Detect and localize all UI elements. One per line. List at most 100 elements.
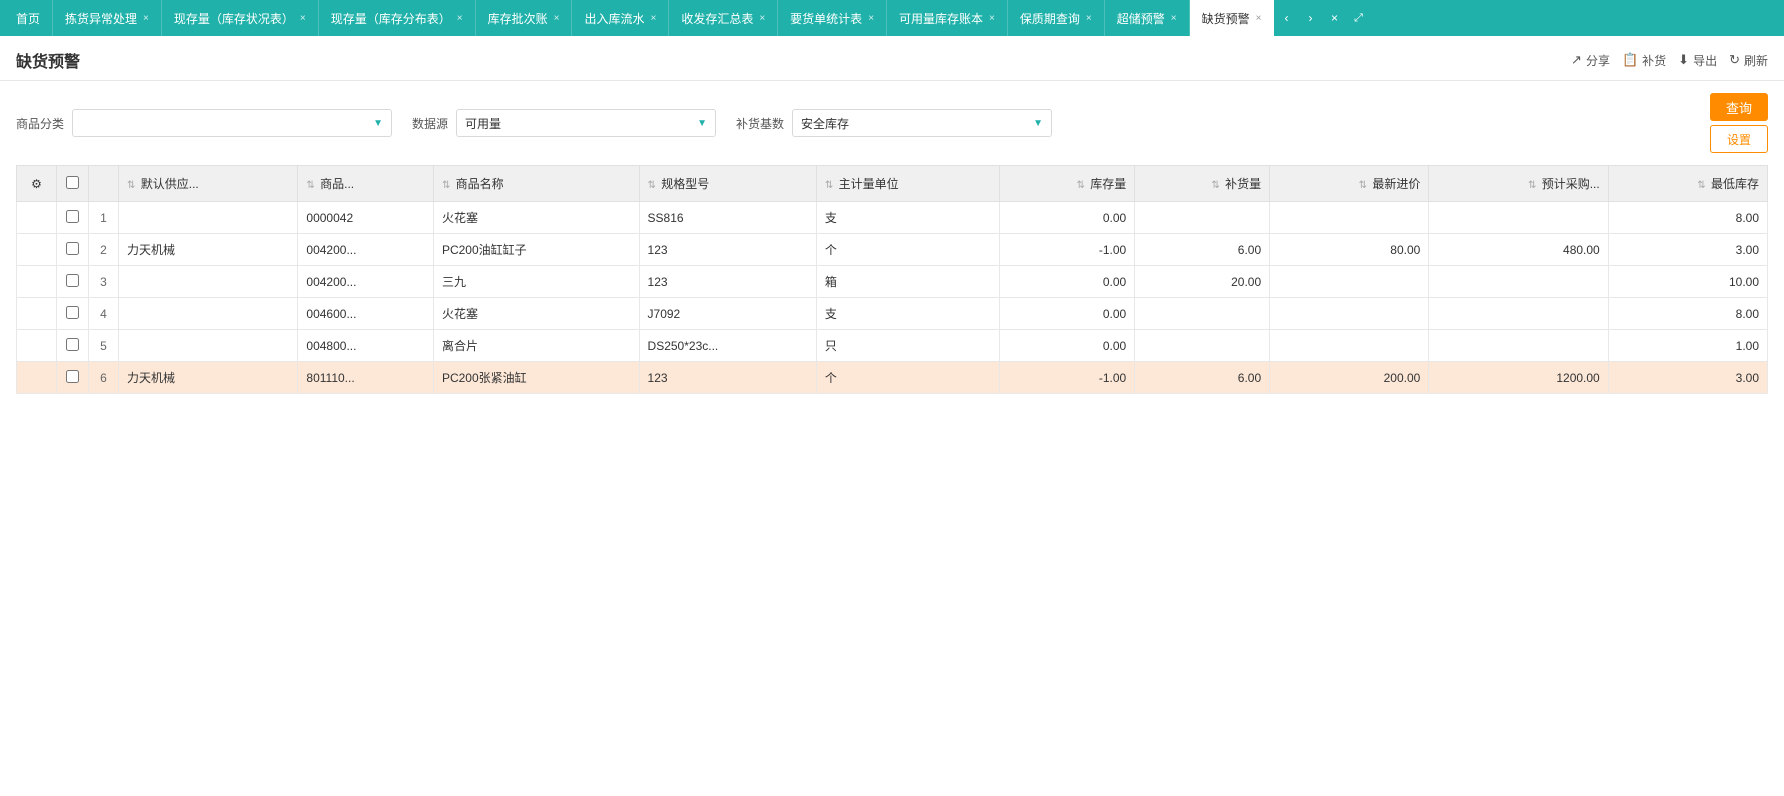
- tab-shortage[interactable]: 缺货预警 ×: [1190, 0, 1275, 36]
- tab-batch[interactable]: 库存批次账 ×: [476, 0, 573, 36]
- latest-price-sort-icon: ⇅: [1359, 180, 1367, 191]
- row-checkbox-cell[interactable]: [57, 202, 89, 234]
- replenish-base-select[interactable]: 安全库存 ▼: [792, 109, 1052, 137]
- query-button[interactable]: 查询: [1710, 93, 1768, 121]
- close-inout-tab[interactable]: ×: [650, 13, 656, 24]
- row-latest-price-cell: 200.00: [1270, 362, 1429, 394]
- table-header-row: ⚙ ⇅ 默认供应... ⇅ 商品... ⇅: [17, 166, 1768, 202]
- row-replenish-qty-cell: [1135, 330, 1270, 362]
- row-latest-price-cell: 80.00: [1270, 234, 1429, 266]
- row-product-name-cell: 三九: [433, 266, 639, 298]
- row-gear-cell: [17, 266, 57, 298]
- close-overstock-tab[interactable]: ×: [1171, 13, 1177, 24]
- row-checkbox-cell[interactable]: [57, 298, 89, 330]
- col-gear-header[interactable]: ⚙: [17, 166, 57, 202]
- row-num-cell: 4: [89, 298, 119, 330]
- row-checkbox[interactable]: [66, 274, 79, 287]
- replenish-base-arrow-icon: ▼: [1033, 118, 1043, 129]
- row-supplier-cell: 力天机械: [119, 362, 298, 394]
- row-min-stock-cell: 3.00: [1608, 362, 1767, 394]
- table-row: 6 力天机械 801110... PC200张紧油缸 123 个 -1.00 6…: [17, 362, 1768, 394]
- row-gear-cell: [17, 362, 57, 394]
- row-checkbox[interactable]: [66, 210, 79, 223]
- row-unit-cell: 箱: [816, 266, 999, 298]
- row-num-cell: 3: [89, 266, 119, 298]
- row-checkbox-cell[interactable]: [57, 266, 89, 298]
- row-spec-cell: 123: [639, 362, 816, 394]
- tab-expiry[interactable]: 保质期查询 ×: [1008, 0, 1105, 36]
- unit-sort-icon: ⇅: [825, 180, 833, 191]
- row-checkbox[interactable]: [66, 242, 79, 255]
- close-inventory-status-tab[interactable]: ×: [300, 13, 306, 24]
- close-demand-tab[interactable]: ×: [868, 13, 874, 24]
- datasource-filter-group: 数据源 可用量 ▼: [412, 109, 716, 137]
- close-shortage-tab[interactable]: ×: [1256, 13, 1262, 24]
- tab-fullscreen-btn[interactable]: ⤢: [1346, 0, 1370, 36]
- refresh-button[interactable]: ↻ 刷新: [1729, 52, 1768, 69]
- row-latest-price-cell: [1270, 266, 1429, 298]
- category-select[interactable]: ▼: [72, 109, 392, 137]
- tab-inventory-dist[interactable]: 现存量（库存分布表） ×: [319, 0, 476, 36]
- replenish-button[interactable]: 📋 补货: [1622, 52, 1666, 69]
- replenish-qty-sort-icon: ⇅: [1211, 180, 1219, 191]
- share-button[interactable]: ↗ 分享: [1571, 52, 1610, 69]
- row-estimated-purchase-cell: [1429, 266, 1608, 298]
- close-exception-tab[interactable]: ×: [143, 13, 149, 24]
- tab-next-btn[interactable]: ›: [1298, 0, 1322, 36]
- col-estimated-purchase-header[interactable]: ⇅ 预计采购...: [1429, 166, 1608, 202]
- col-latest-price-header[interactable]: ⇅ 最新进价: [1270, 166, 1429, 202]
- datasource-select[interactable]: 可用量 ▼: [456, 109, 716, 137]
- tab-receive[interactable]: 收发存汇总表 ×: [669, 0, 778, 36]
- row-unit-cell: 个: [816, 362, 999, 394]
- settings-button[interactable]: 设置: [1710, 125, 1768, 153]
- tab-home[interactable]: 首页: [4, 0, 53, 36]
- tab-close-btn[interactable]: ×: [1322, 0, 1346, 36]
- export-button[interactable]: ⬇ 导出: [1678, 52, 1717, 69]
- close-expiry-tab[interactable]: ×: [1086, 13, 1092, 24]
- col-replenish-qty-header[interactable]: ⇅ 补货量: [1135, 166, 1270, 202]
- row-replenish-qty-cell: [1135, 202, 1270, 234]
- row-spec-cell: 123: [639, 234, 816, 266]
- close-available-tab[interactable]: ×: [989, 13, 995, 24]
- datasource-label: 数据源: [412, 115, 448, 132]
- tab-bar: 首页 拣货异常处理 × 现存量（库存状况表） × 现存量（库存分布表） × 库存…: [0, 0, 1784, 36]
- row-product-name-cell: 火花塞: [433, 202, 639, 234]
- row-product-code-cell: 004800...: [298, 330, 434, 362]
- row-stock-cell: -1.00: [1000, 234, 1135, 266]
- supplier-sort-icon: ⇅: [127, 180, 135, 191]
- row-checkbox-cell[interactable]: [57, 362, 89, 394]
- row-checkbox[interactable]: [66, 338, 79, 351]
- estimated-purchase-sort-icon: ⇅: [1528, 180, 1536, 191]
- tab-exception[interactable]: 拣货异常处理 ×: [53, 0, 162, 36]
- col-product-code-header[interactable]: ⇅ 商品...: [298, 166, 434, 202]
- close-receive-tab[interactable]: ×: [759, 13, 765, 24]
- tab-demand[interactable]: 要货单统计表 ×: [778, 0, 887, 36]
- col-spec-header[interactable]: ⇅ 规格型号: [639, 166, 816, 202]
- row-checkbox[interactable]: [66, 306, 79, 319]
- select-all-checkbox[interactable]: [66, 176, 79, 189]
- col-checkbox-header[interactable]: [57, 166, 89, 202]
- tab-inout[interactable]: 出入库流水 ×: [572, 0, 669, 36]
- replenish-base-label: 补货基数: [736, 115, 784, 132]
- page-title: 缺货预警: [16, 48, 80, 72]
- row-stock-cell: 0.00: [1000, 298, 1135, 330]
- col-product-name-header[interactable]: ⇅ 商品名称: [433, 166, 639, 202]
- tab-prev-btn[interactable]: ‹: [1274, 0, 1298, 36]
- row-checkbox-cell[interactable]: [57, 330, 89, 362]
- col-supplier-header[interactable]: ⇅ 默认供应...: [119, 166, 298, 202]
- row-latest-price-cell: [1270, 330, 1429, 362]
- close-inventory-dist-tab[interactable]: ×: [457, 13, 463, 24]
- col-unit-header[interactable]: ⇅ 主计量单位: [816, 166, 999, 202]
- row-checkbox[interactable]: [66, 370, 79, 383]
- row-gear-cell: [17, 202, 57, 234]
- tab-available[interactable]: 可用量库存账本 ×: [887, 0, 1008, 36]
- row-product-code-cell: 004600...: [298, 298, 434, 330]
- close-batch-tab[interactable]: ×: [554, 13, 560, 24]
- row-checkbox-cell[interactable]: [57, 234, 89, 266]
- tab-inventory-status[interactable]: 现存量（库存状况表） ×: [162, 0, 319, 36]
- col-min-stock-header[interactable]: ⇅ 最低库存: [1608, 166, 1767, 202]
- share-icon: ↗: [1571, 52, 1582, 68]
- row-product-code-cell: 801110...: [298, 362, 434, 394]
- tab-overstock[interactable]: 超储预警 ×: [1105, 0, 1190, 36]
- col-stock-header[interactable]: ⇅ 库存量: [1000, 166, 1135, 202]
